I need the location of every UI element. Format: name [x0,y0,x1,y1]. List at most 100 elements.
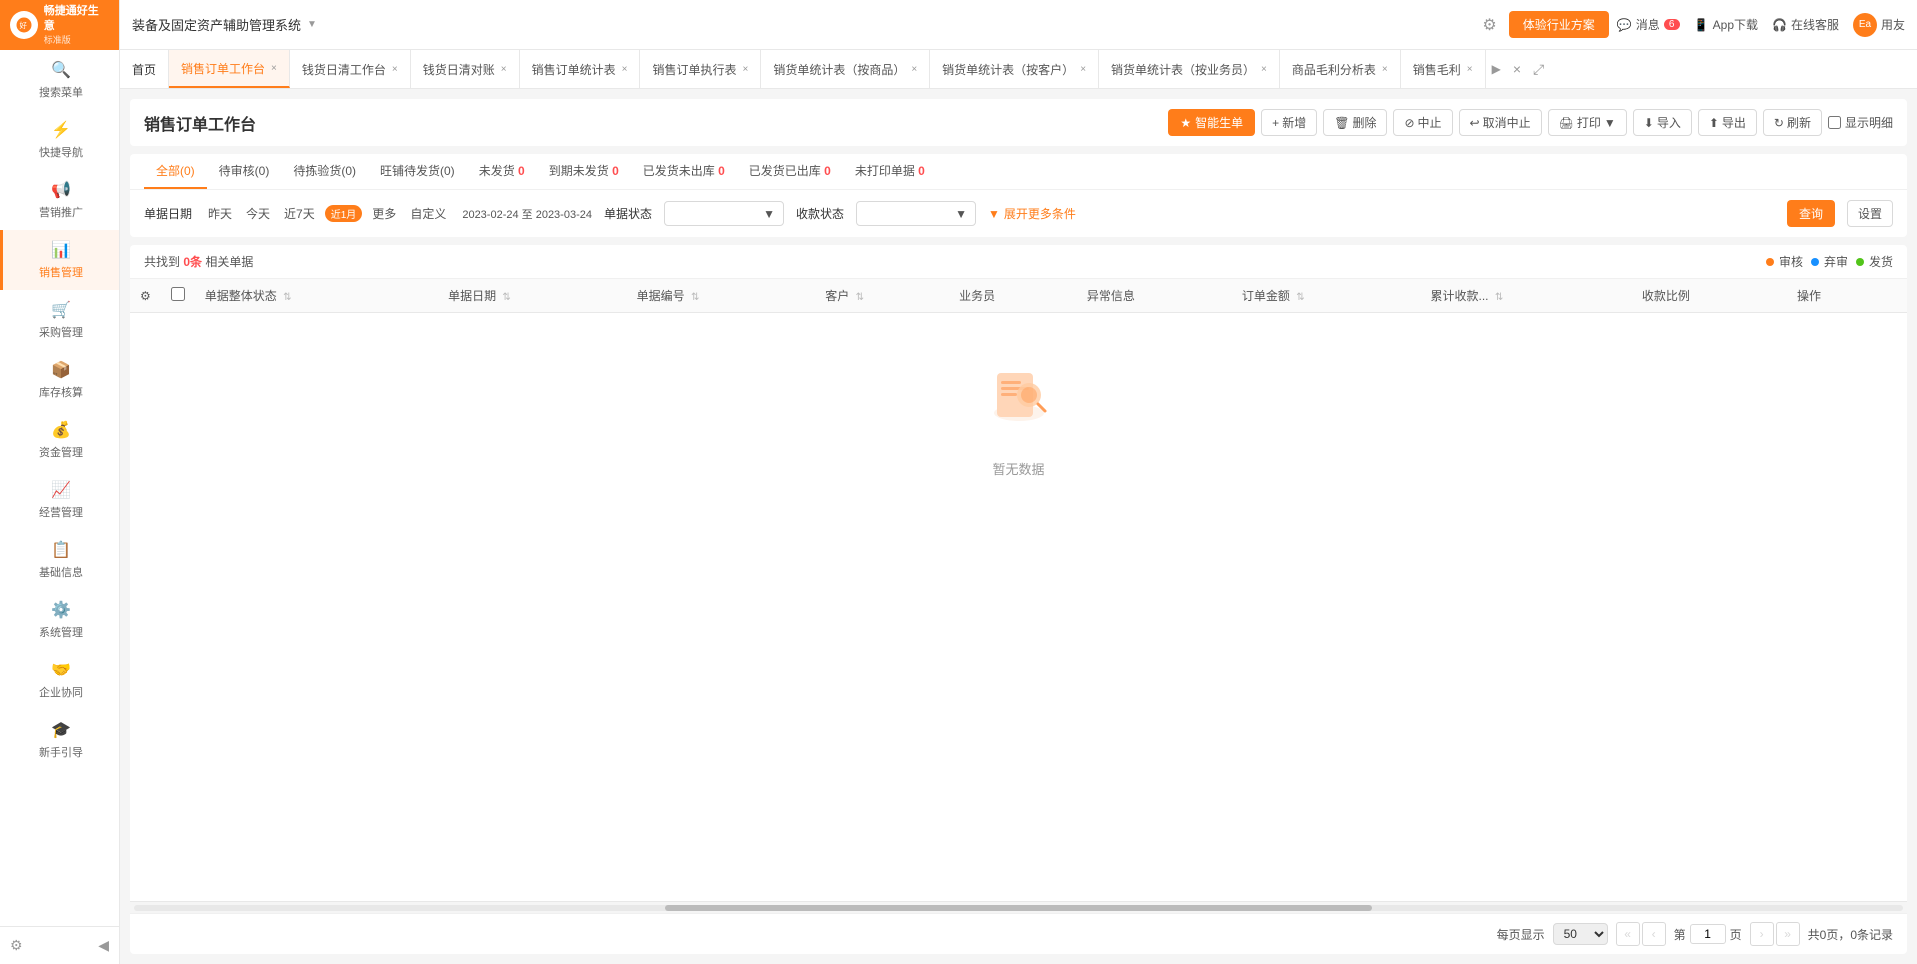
filter-tab-shipped-not-warehoused[interactable]: 已发货未出库 0 [631,154,737,189]
tab-close-icon[interactable]: × [1382,64,1388,75]
sort-icon[interactable]: ⇅ [502,292,510,303]
page-input[interactable] [1690,924,1726,944]
pagination: 每页显示 50 10 20 100 « ‹ 第 页 › [130,913,1907,954]
sort-icon[interactable]: ⇅ [283,292,291,303]
table-count: 共找到 0条 相关单据 [144,253,253,270]
select-all-checkbox[interactable] [171,287,185,301]
sidebar-item-sys[interactable]: ⚙️ 系统管理 [0,590,119,650]
tab-cash-reconcile[interactable]: 钱货日清对账 × [411,50,520,88]
sidebar-item-quick-nav[interactable]: ⚡ 快捷导航 [0,110,119,170]
tab-sales-order-stat[interactable]: 销售订单统计表 × [520,50,641,88]
filter-tab-shipped-warehoused[interactable]: 已发货已出库 0 [737,154,843,189]
suspend-button[interactable]: ⊘ 中止 [1393,109,1452,136]
search-button[interactable]: 查询 [1787,200,1835,227]
prev-page-btn[interactable]: ‹ [1642,922,1666,946]
sidebar-item-inventory[interactable]: 📦 库存核算 [0,350,119,410]
app-download-btn[interactable]: 📱 App下载 [1694,16,1758,33]
last-page-btn[interactable]: » [1776,922,1800,946]
sidebar-item-search[interactable]: 🔍 搜索菜单 [0,50,119,110]
date-option-yesterday[interactable]: 昨天 [204,203,236,224]
import-button[interactable]: ⬇ 导入 [1633,109,1692,136]
sidebar-item-base-info[interactable]: 📋 基础信息 [0,530,119,590]
sort-icon[interactable]: ⇅ [1495,292,1503,303]
expand-more-btn[interactable]: ▼ 展开更多条件 [988,205,1076,222]
sidebar-item-guide[interactable]: 🎓 新手引导 [0,710,119,770]
status-select[interactable]: ▼ [664,201,784,226]
enterprise-icon: 🤝 [51,660,71,680]
sidebar-settings-btn[interactable]: ⚙ [10,937,23,954]
sort-icon[interactable]: ⇅ [691,292,699,303]
cancel-suspend-button[interactable]: ↩ 取消中止 [1459,109,1542,136]
filter-tab-expired[interactable]: 到期未发货 0 [537,154,631,189]
smart-generate-button[interactable]: ★ 智能生单 [1168,109,1255,136]
col-checkbox[interactable] [161,279,195,313]
tab-sales-order[interactable]: 销售订单工作台 × [169,50,290,88]
scrollbar-thumb[interactable] [665,905,1373,911]
online-service-btn[interactable]: 🎧 在线客服 [1772,16,1839,33]
sidebar-item-finance[interactable]: 💰 资金管理 [0,410,119,470]
scrollbar-track[interactable] [134,905,1903,911]
filter-tab-pending-review[interactable]: 待审核(0) [207,154,282,189]
ship-action[interactable]: 发货 [1856,253,1893,270]
tab-close-icon[interactable]: × [911,64,917,75]
tab-close-icon[interactable]: × [392,64,398,75]
tab-close-icon[interactable]: × [622,64,628,75]
filter-tab-all[interactable]: 全部(0) [144,154,207,189]
filter-tab-unprinted[interactable]: 未打印单据 0 [843,154,937,189]
filter-settings-button[interactable]: 设置 [1847,200,1893,227]
first-page-btn[interactable]: « [1616,922,1640,946]
tab-close-icon[interactable]: × [1467,64,1473,75]
sidebar-item-purchase[interactable]: 🛒 采购管理 [0,290,119,350]
tab-sales-exec[interactable]: 销售订单执行表 × [640,50,761,88]
export-button[interactable]: ⬆ 导出 [1698,109,1757,136]
tabbar-more-btn[interactable]: ▶ [1486,62,1507,76]
filter-tab-pending-check[interactable]: 待拣验货(0) [281,154,368,189]
tab-close-icon[interactable]: × [1261,64,1267,75]
date-option-today[interactable]: 今天 [242,203,274,224]
tab-close-icon[interactable]: × [742,64,748,75]
sort-icon[interactable]: ⇅ [856,292,864,303]
tab-sales-stat-customer[interactable]: 销货单统计表（按客户） × [930,50,1099,88]
per-page-select[interactable]: 50 10 20 100 [1553,923,1608,945]
tab-home[interactable]: 首页 [120,50,169,88]
tab-close-icon[interactable]: × [271,63,277,74]
table-header-row: ⚙ 单据整体状态 ⇅ 单据日期 ⇅ 单据编号 ⇅ 客户 ⇅ 业务员 异常信息 订… [130,279,1907,313]
delete-button[interactable]: 🗑 删除 [1323,109,1387,136]
tabbar-maximize-btn[interactable]: ⤢ [1527,61,1550,78]
industry-plan-button[interactable]: 体验行业方案 [1509,11,1609,38]
sidebar-item-ops[interactable]: 📈 经营管理 [0,470,119,530]
next-page-btn[interactable]: › [1750,922,1774,946]
show-details-checkbox[interactable] [1828,116,1841,129]
date-option-custom[interactable]: 自定义 [406,203,450,224]
sidebar-item-sales[interactable]: 📊 销售管理 [0,230,119,290]
tab-close-icon[interactable]: × [1080,64,1086,75]
col-settings[interactable]: ⚙ [130,279,161,313]
review-action[interactable]: 审核 [1766,253,1803,270]
tab-close-icon[interactable]: × [501,64,507,75]
tab-sales-stat-product[interactable]: 销货单统计表（按商品） × [761,50,930,88]
tab-sales-stat-staff[interactable]: 销货单统计表（按业务员） × [1099,50,1280,88]
settings-icon[interactable]: ⚙ [1482,15,1496,35]
filter-tab-not-shipped[interactable]: 未发货 0 [467,154,537,189]
tabbar-close-all-btn[interactable]: × [1507,61,1527,77]
horizontal-scrollbar[interactable] [130,901,1907,913]
cancel-review-action[interactable]: 弃审 [1811,253,1848,270]
sort-icon[interactable]: ⇅ [1296,292,1304,303]
messages-btn[interactable]: 💬 消息 6 [1617,16,1680,33]
filter-tab-wangpu[interactable]: 旺铺待发货(0) [368,154,467,189]
refresh-button[interactable]: ↻ 刷新 [1763,109,1822,136]
date-option-1month[interactable]: 近1月 [325,205,363,222]
user-menu[interactable]: Ea 用友 [1853,13,1905,37]
tab-gross-margin[interactable]: 商品毛利分析表 × [1280,50,1401,88]
payment-select[interactable]: ▼ [856,201,976,226]
sidebar-item-marketing[interactable]: 📢 营销推广 [0,170,119,230]
add-button[interactable]: + 新增 [1261,109,1317,136]
sidebar-collapse-btn[interactable]: ◀ [98,937,109,954]
date-option-more[interactable]: 更多 [368,203,400,224]
show-details-toggle[interactable]: 显示明细 [1828,114,1893,131]
tab-cash-daily[interactable]: 钱货日清工作台 × [290,50,411,88]
print-button[interactable]: 🖨 打印 ▼ [1548,109,1627,136]
date-option-7days[interactable]: 近7天 [280,203,319,224]
tab-sales-profit[interactable]: 销售毛利 × [1401,50,1486,88]
sidebar-item-enterprise[interactable]: 🤝 企业协同 [0,650,119,710]
